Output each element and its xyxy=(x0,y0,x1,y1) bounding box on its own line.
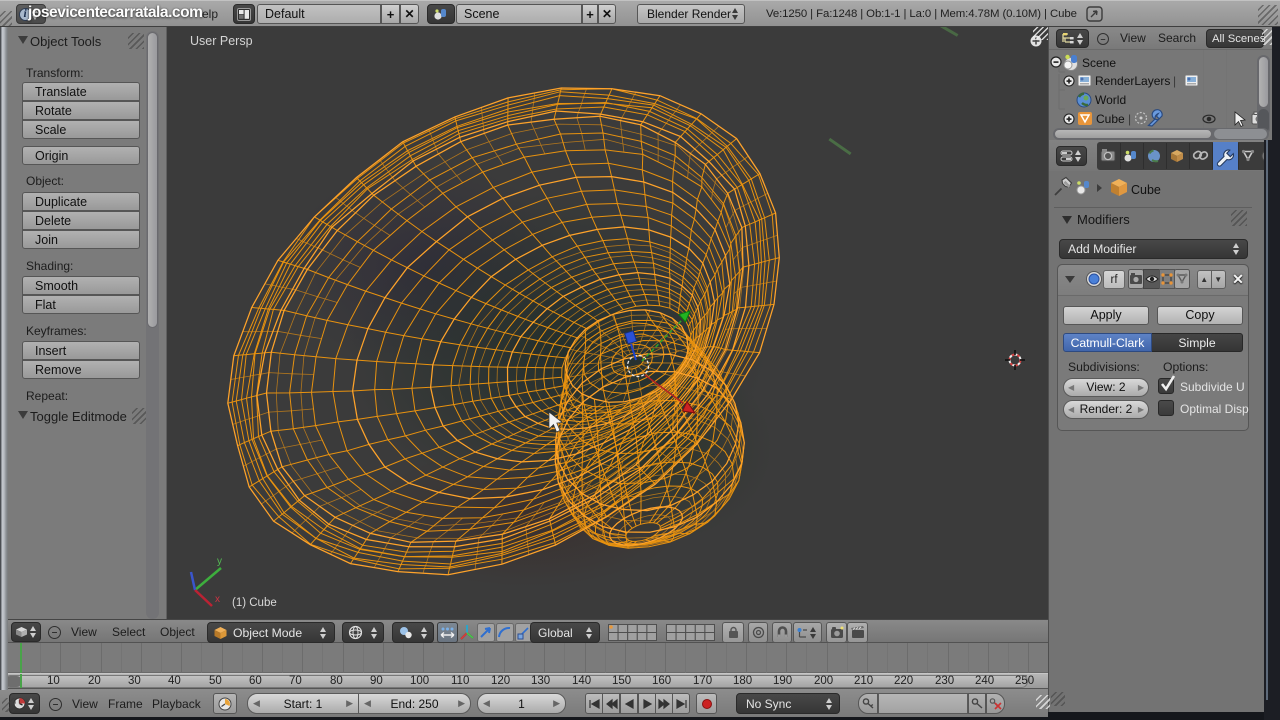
svg-text:|: | xyxy=(1173,74,1176,88)
svg-text:|: | xyxy=(1128,112,1131,126)
svg-text:Scene: Scene xyxy=(1082,56,1116,70)
svg-text:Cube: Cube xyxy=(1131,183,1161,197)
svg-text:x: x xyxy=(215,594,220,605)
svg-text:y: y xyxy=(217,556,222,567)
svg-text:World: World xyxy=(1095,93,1126,107)
svg-text:Cube: Cube xyxy=(1096,112,1125,126)
svg-text:RenderLayers: RenderLayers xyxy=(1095,74,1170,88)
